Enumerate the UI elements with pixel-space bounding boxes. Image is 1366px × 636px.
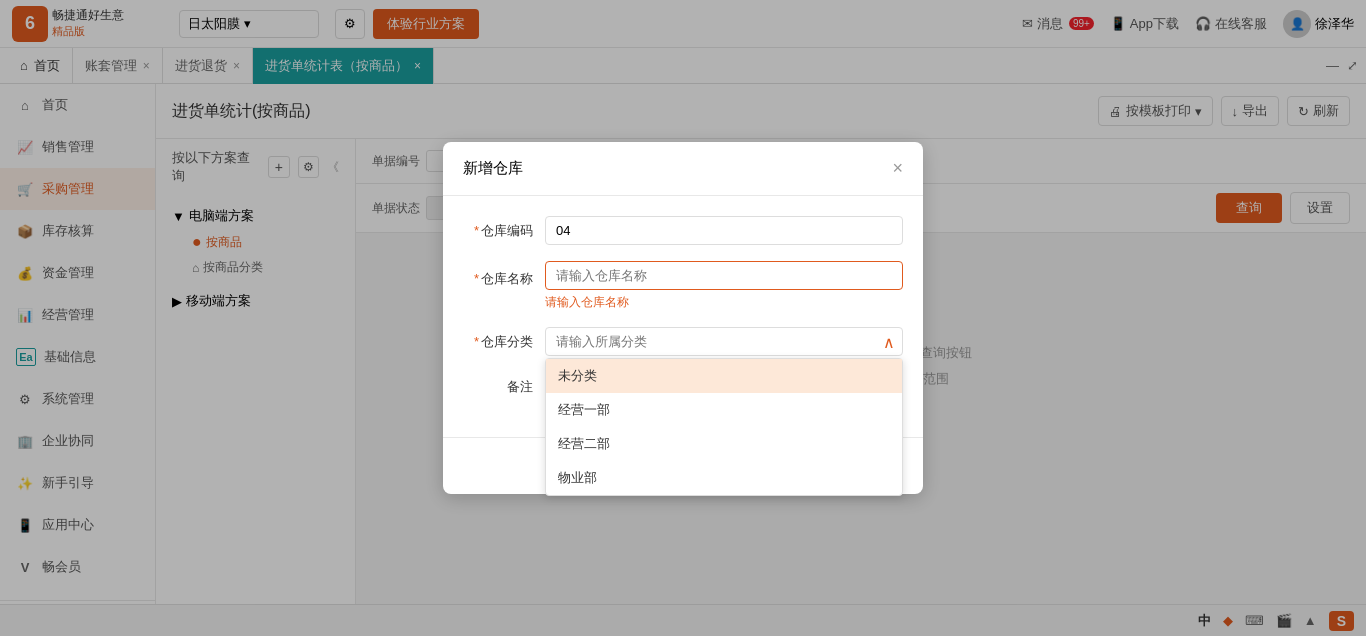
dropdown-item-dept1[interactable]: 经营一部 [546,393,902,427]
remark-label: 备注 [463,372,533,396]
warehouse-name-input[interactable] [545,261,903,290]
category-dropdown: 未分类 经营一部 经营二部 物业部 [545,358,903,496]
modal-header: 新增仓库 × [443,142,923,196]
warehouse-category-input[interactable] [545,327,903,356]
modal-title: 新增仓库 [463,159,523,178]
form-row-name: 仓库名称 请输入仓库名称 [463,261,903,311]
add-warehouse-modal: 新增仓库 × 仓库编码 仓库名称 请输入仓库名称 仓库分类 ∧ [443,142,923,494]
dropdown-item-uncategorized[interactable]: 未分类 [546,359,902,393]
warehouse-name-wrap [545,261,903,290]
dropdown-item-dept2[interactable]: 经营二部 [546,427,902,461]
warehouse-code-input[interactable] [545,216,903,245]
warehouse-category-label: 仓库分类 [463,327,533,351]
warehouse-name-label: 仓库名称 [463,264,533,288]
warehouse-name-error: 请输入仓库名称 [545,295,629,309]
warehouse-category-wrap: ∧ 未分类 经营一部 经营二部 物业部 [545,327,903,356]
form-row-category: 仓库分类 ∧ 未分类 经营一部 经营二部 物业部 [463,327,903,356]
dropdown-item-dept3[interactable]: 物业部 [546,461,902,495]
modal-body: 仓库编码 仓库名称 请输入仓库名称 仓库分类 ∧ 未分类 [443,196,923,437]
form-row-code: 仓库编码 [463,216,903,245]
warehouse-code-label: 仓库编码 [463,216,533,240]
modal-close-button[interactable]: × [892,158,903,179]
